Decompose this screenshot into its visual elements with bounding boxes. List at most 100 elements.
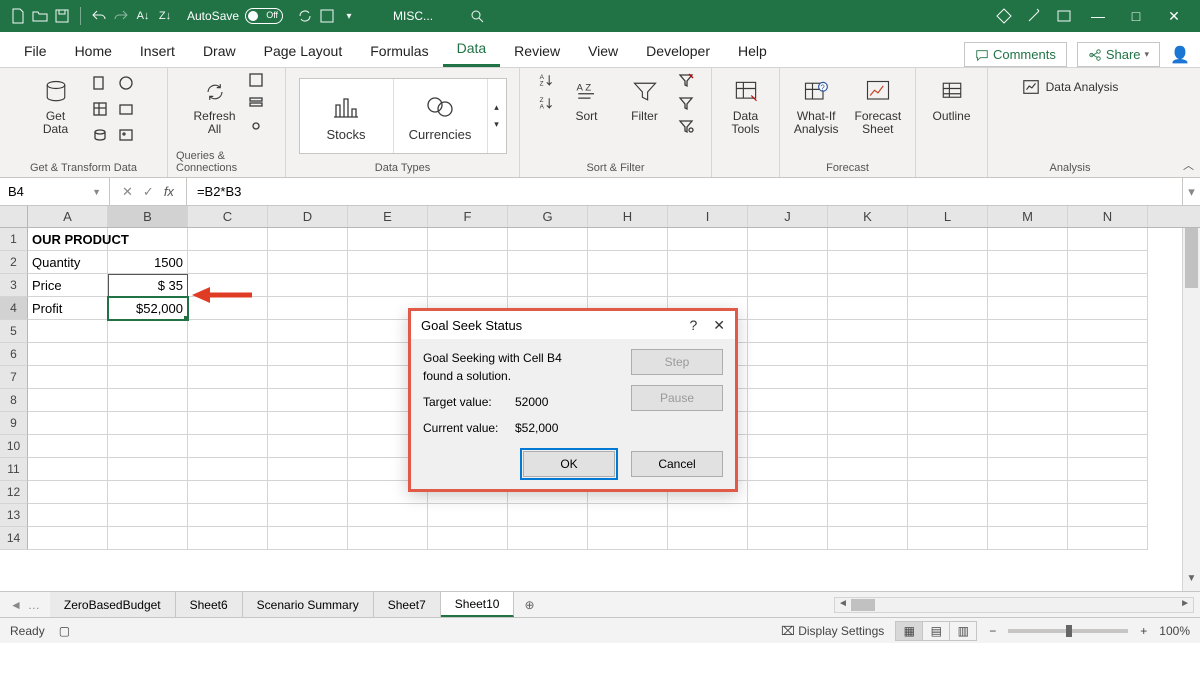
cell[interactable] (268, 504, 348, 527)
cell[interactable] (108, 504, 188, 527)
cell[interactable] (28, 504, 108, 527)
cell[interactable] (588, 527, 668, 550)
row-header[interactable]: 8 (0, 389, 28, 412)
minimize-button[interactable]: — (1086, 8, 1110, 24)
whatif-button[interactable]: ? What-If Analysis (790, 72, 843, 140)
sheet-tab[interactable]: Sheet7 (374, 592, 441, 617)
tab-page-layout[interactable]: Page Layout (250, 35, 357, 67)
cell[interactable] (828, 228, 908, 251)
comments-button[interactable]: Comments (964, 42, 1067, 67)
cell[interactable] (668, 228, 748, 251)
cell[interactable]: OUR PRODUCT (28, 228, 108, 251)
cell[interactable] (188, 366, 268, 389)
cell[interactable] (268, 412, 348, 435)
display-settings[interactable]: ⌧ Display Settings (781, 624, 884, 638)
sort-az-icon[interactable]: AZ (538, 72, 554, 91)
cell[interactable] (188, 320, 268, 343)
cell[interactable]: $ 35 (108, 274, 188, 297)
cell[interactable] (108, 527, 188, 550)
sort-button[interactable]: AZ Sort (562, 72, 612, 127)
cell[interactable] (188, 527, 268, 550)
cell[interactable] (908, 320, 988, 343)
tab-formulas[interactable]: Formulas (356, 35, 442, 67)
cell[interactable] (748, 320, 828, 343)
col-header[interactable]: G (508, 206, 588, 227)
cell[interactable] (988, 504, 1068, 527)
cell[interactable] (988, 274, 1068, 297)
sheet-tab[interactable]: Sheet10 (441, 592, 515, 617)
cell[interactable] (1068, 458, 1148, 481)
col-header[interactable]: D (268, 206, 348, 227)
cell[interactable] (508, 504, 588, 527)
refresh-all-button[interactable]: Refresh All (189, 72, 239, 140)
col-header[interactable]: M (988, 206, 1068, 227)
ok-button[interactable]: OK (523, 451, 615, 477)
cell[interactable] (748, 297, 828, 320)
cell[interactable] (1068, 297, 1148, 320)
cell[interactable] (188, 228, 268, 251)
cell[interactable] (268, 366, 348, 389)
outline-button[interactable]: Outline (927, 72, 977, 127)
cell[interactable] (28, 435, 108, 458)
col-header[interactable]: I (668, 206, 748, 227)
cell[interactable] (668, 504, 748, 527)
cell[interactable] (188, 435, 268, 458)
col-header[interactable]: L (908, 206, 988, 227)
undo-icon[interactable] (91, 8, 107, 24)
expand-formula-icon[interactable]: ▾ (1182, 178, 1200, 205)
row-header[interactable]: 6 (0, 343, 28, 366)
wand-icon[interactable] (1026, 8, 1042, 24)
horizontal-scrollbar[interactable]: ◄ ► (834, 597, 1194, 613)
view-normal-icon[interactable]: ▦ (895, 621, 923, 641)
cell[interactable] (748, 228, 828, 251)
tab-developer[interactable]: Developer (632, 35, 724, 67)
cell[interactable] (268, 343, 348, 366)
cell[interactable] (108, 228, 188, 251)
cell[interactable] (268, 251, 348, 274)
cell[interactable] (188, 458, 268, 481)
zoom-value[interactable]: 100% (1159, 624, 1190, 638)
new-sheet-button[interactable]: ⊕ (514, 598, 544, 612)
properties-icon[interactable] (248, 95, 264, 114)
cell[interactable] (1068, 504, 1148, 527)
cell[interactable] (428, 527, 508, 550)
search-icon[interactable] (469, 8, 485, 24)
tab-insert[interactable]: Insert (126, 35, 189, 67)
from-table-icon[interactable] (89, 98, 111, 120)
cell[interactable] (1068, 228, 1148, 251)
cell[interactable] (668, 274, 748, 297)
cell[interactable] (828, 435, 908, 458)
col-header[interactable]: B (108, 206, 188, 227)
macro-record-icon[interactable]: ▢ (59, 624, 70, 638)
cell[interactable] (828, 251, 908, 274)
col-header[interactable]: F (428, 206, 508, 227)
cell[interactable] (188, 343, 268, 366)
cell[interactable] (428, 251, 508, 274)
new-file-icon[interactable] (10, 8, 26, 24)
advanced-icon[interactable] (678, 118, 694, 137)
cell[interactable] (508, 527, 588, 550)
row-header[interactable]: 4 (0, 297, 28, 320)
existing-conn-icon[interactable] (89, 124, 111, 146)
cell[interactable] (1068, 389, 1148, 412)
cell[interactable] (748, 458, 828, 481)
diamond-icon[interactable] (996, 8, 1012, 24)
from-pic-icon[interactable] (115, 124, 137, 146)
cell[interactable] (108, 389, 188, 412)
cell[interactable] (28, 527, 108, 550)
tab-help[interactable]: Help (724, 35, 781, 67)
tab-review[interactable]: Review (500, 35, 574, 67)
cell[interactable] (988, 435, 1068, 458)
stocks-type[interactable]: Stocks (300, 79, 394, 153)
row-header[interactable]: 14 (0, 527, 28, 550)
cell[interactable] (108, 366, 188, 389)
cell[interactable] (1068, 412, 1148, 435)
get-data-button[interactable]: Get Data (31, 72, 81, 140)
view-page-layout-icon[interactable]: ▤ (922, 621, 950, 641)
cell[interactable] (1068, 527, 1148, 550)
cell[interactable] (748, 343, 828, 366)
cell[interactable] (348, 504, 428, 527)
col-header[interactable]: E (348, 206, 428, 227)
cell[interactable] (28, 458, 108, 481)
cell[interactable] (988, 458, 1068, 481)
